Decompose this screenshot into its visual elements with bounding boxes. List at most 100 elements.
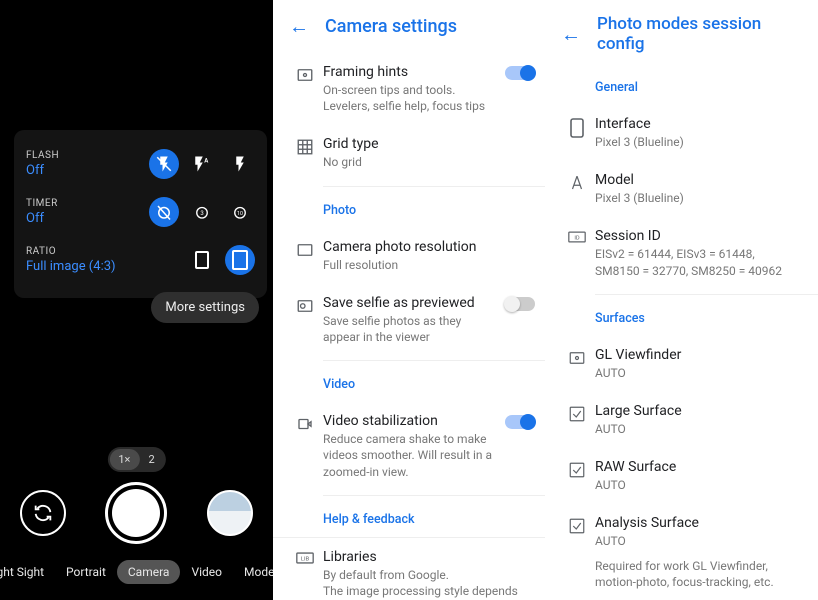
shutter-button[interactable]: [105, 482, 167, 544]
flash-value: Off: [26, 163, 59, 178]
analysis-surface-item[interactable]: Analysis Surface AUTO Required for work …: [545, 504, 818, 600]
large-surface-item[interactable]: Large Surface AUTO: [545, 392, 818, 448]
debug-title: Photo modes session config: [597, 14, 802, 54]
glvf-sub: AUTO: [595, 365, 802, 381]
interface-item[interactable]: Interface Pixel 3 (Blueline): [545, 105, 818, 161]
selfie-toggle[interactable]: [505, 297, 535, 311]
model-item[interactable]: Model Pixel 3 (Blueline): [545, 161, 818, 217]
surface-icon: [559, 347, 595, 367]
selfie-item[interactable]: Save selfie as previewed Save selfie pho…: [273, 284, 545, 356]
stab-sub: Reduce camera shake to make videos smoot…: [323, 431, 499, 480]
quick-settings-card: FLASH Off A TIMER Off 3 10 RATIO: [14, 130, 267, 298]
section-help[interactable]: Help & feedback: [273, 500, 545, 537]
libraries-icon: LIB: [287, 549, 323, 565]
ratio-value: Full image (4:3): [26, 259, 116, 274]
svg-text:A: A: [204, 158, 209, 165]
checkbox-icon: [559, 403, 595, 423]
selfie-icon: [287, 295, 323, 315]
section-photo: Photo: [273, 191, 545, 228]
svg-text:10: 10: [237, 211, 243, 217]
svg-text:ID: ID: [574, 236, 580, 242]
resolution-sub: Full resolution: [323, 257, 529, 273]
raw-sub: AUTO: [595, 477, 802, 493]
debug-header: ← Photo modes session config: [545, 0, 818, 68]
flash-row: FLASH Off A: [26, 140, 255, 188]
session-id-item[interactable]: ID Session ID EISv2 = 61444, EISv3 = 614…: [545, 217, 818, 289]
raw-title: RAW Surface: [595, 459, 802, 475]
resolution-icon: [287, 239, 323, 259]
section-video: Video: [273, 365, 545, 402]
framing-hints-item[interactable]: Framing hints On-screen tips and tools. …: [273, 53, 545, 125]
interface-sub: Pixel 3 (Blueline): [595, 134, 802, 150]
mode-modes[interactable]: Modes: [233, 560, 273, 584]
model-sub: Pixel 3 (Blueline): [595, 190, 802, 206]
mode-camera[interactable]: Camera: [117, 560, 181, 584]
framing-toggle[interactable]: [505, 66, 535, 80]
ratio-crop-icon[interactable]: [187, 245, 217, 275]
grid-title: Grid type: [323, 136, 529, 152]
section-surfaces: Surfaces: [545, 299, 818, 336]
model-title: Model: [595, 172, 802, 188]
framing-title: Framing hints: [323, 64, 499, 80]
glvf-title: GL Viewfinder: [595, 347, 802, 363]
flash-off-icon[interactable]: [149, 149, 179, 179]
zoom-1x[interactable]: 1×: [109, 449, 139, 470]
checkbox-icon: [559, 459, 595, 479]
section-general: General: [545, 68, 818, 105]
large-sub: AUTO: [595, 421, 802, 437]
raw-surface-item[interactable]: RAW Surface AUTO: [545, 448, 818, 504]
mode-portrait[interactable]: Portrait: [55, 560, 117, 584]
camera-app-panel: FLASH Off A TIMER Off 3 10 RATIO: [0, 0, 273, 600]
phone-icon: [559, 116, 595, 138]
gl-viewfinder-item[interactable]: GL Viewfinder AUTO: [545, 336, 818, 392]
switch-camera-button[interactable]: [20, 490, 66, 536]
resolution-title: Camera photo resolution: [323, 239, 529, 255]
framing-sub: On-screen tips and tools. Levelers, self…: [323, 82, 499, 114]
svg-text:3: 3: [200, 210, 203, 217]
settings-header: ← Camera settings: [273, 0, 545, 53]
ratio-row: RATIO Full image (4:3): [26, 236, 255, 284]
interface-title: Interface: [595, 116, 802, 132]
zoom-control: 1× 2: [107, 447, 165, 472]
flash-on-icon[interactable]: [225, 149, 255, 179]
more-settings-button[interactable]: More settings: [151, 292, 259, 323]
mode-selector: Night Sight Portrait Camera Video Modes: [0, 560, 273, 584]
checkbox-icon: [559, 515, 595, 535]
timer-10s-icon[interactable]: 10: [225, 197, 255, 227]
session-title: Session ID: [595, 228, 802, 244]
flash-label: FLASH: [26, 150, 59, 161]
libraries-item[interactable]: LIB Libraries By default from Google. Th…: [273, 538, 545, 600]
debug-config-panel: ← Photo modes session config General Int…: [545, 0, 818, 600]
mode-night-sight[interactable]: Night Sight: [0, 560, 55, 584]
shutter-controls: [0, 482, 273, 544]
zoom-2x[interactable]: 2: [139, 449, 163, 470]
grid-sub: No grid: [323, 154, 529, 170]
large-title: Large Surface: [595, 403, 802, 419]
mode-video[interactable]: Video: [180, 560, 233, 584]
back-arrow-icon[interactable]: ←: [289, 14, 309, 39]
back-arrow-icon[interactable]: ←: [561, 22, 581, 47]
camera-settings-panel: ← Camera settings Framing hints On-scree…: [273, 0, 545, 600]
stabilization-item[interactable]: Video stabilization Reduce camera shake …: [273, 402, 545, 491]
timer-3s-icon[interactable]: 3: [187, 197, 217, 227]
stab-toggle[interactable]: [505, 415, 535, 429]
timer-row: TIMER Off 3 10: [26, 188, 255, 236]
ratio-full-icon[interactable]: [225, 245, 255, 275]
flash-auto-icon[interactable]: A: [187, 149, 217, 179]
analysis-sub: AUTO: [595, 533, 802, 549]
timer-off-icon[interactable]: [149, 197, 179, 227]
grid-icon: [287, 136, 323, 156]
settings-title: Camera settings: [325, 16, 457, 37]
stabilization-icon: [287, 413, 323, 433]
libs-sub: By default from Google. The image proces…: [323, 567, 529, 600]
selfie-sub: Save selfie photos as they appear in the…: [323, 313, 499, 345]
selfie-title: Save selfie as previewed: [323, 295, 499, 311]
session-sub: EISv2 = 61444, EISv3 = 61448, SM8150 = 3…: [595, 246, 802, 278]
grid-type-item[interactable]: Grid type No grid: [273, 125, 545, 181]
svg-text:LIB: LIB: [301, 556, 310, 562]
framing-icon: [287, 64, 323, 84]
analysis-title: Analysis Surface: [595, 515, 802, 531]
timer-label: TIMER: [26, 198, 58, 209]
gallery-thumbnail-button[interactable]: [207, 490, 253, 536]
resolution-item[interactable]: Camera photo resolution Full resolution: [273, 228, 545, 284]
